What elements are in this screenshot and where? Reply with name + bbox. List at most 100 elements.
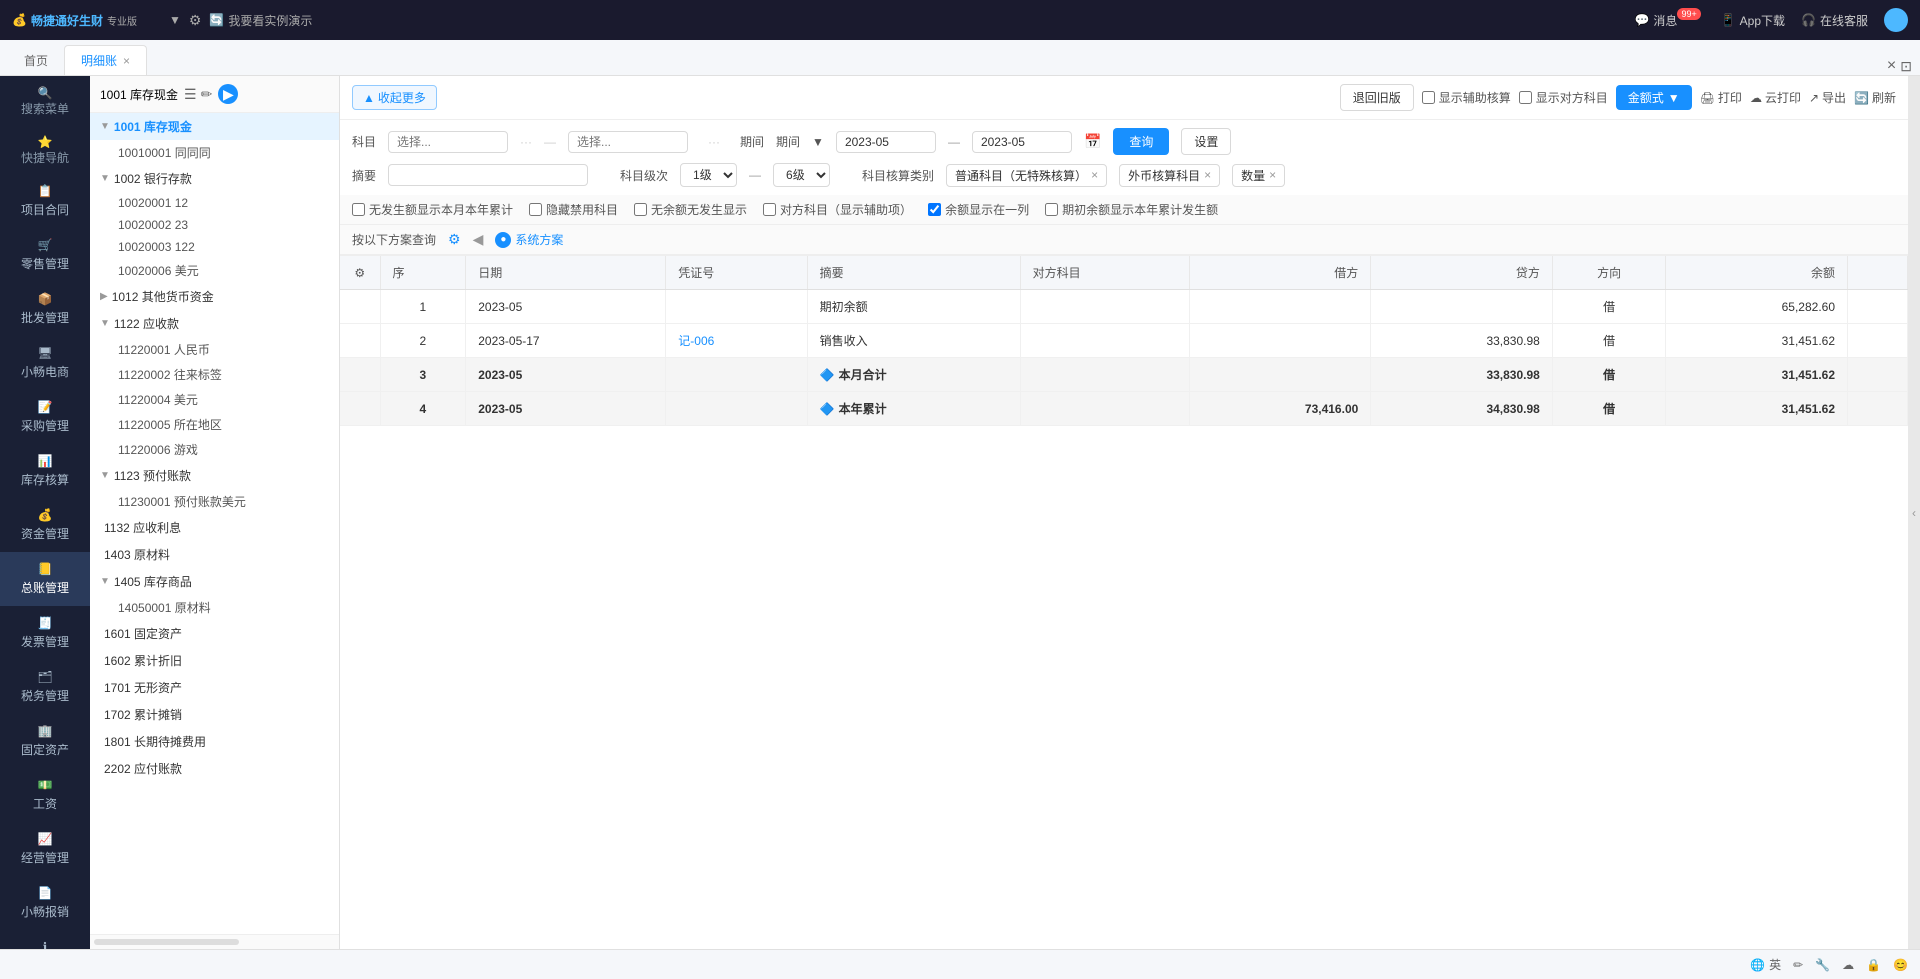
cb-opposite-account[interactable]: 对方科目（显示辅助项） xyxy=(763,201,912,218)
status-lock-btn[interactable]: 🔒 xyxy=(1866,958,1881,972)
sidebar-search[interactable]: 🔍 搜索菜单 xyxy=(0,76,90,127)
cb-period-balance[interactable]: 期初余额显示本年累计发生额 xyxy=(1045,201,1218,218)
right-collapse-panel[interactable]: ‹ xyxy=(1908,76,1920,949)
sidebar-item-project[interactable]: 📋 项目合同 xyxy=(0,174,90,228)
sidebar-item-retail[interactable]: 🛒 零售管理 xyxy=(0,228,90,282)
sidebar-item-basic-info[interactable]: ℹ 基础信息 xyxy=(0,930,90,949)
account-group-header-1702[interactable]: 1702 累计摊销 xyxy=(90,701,339,728)
account-group-1702[interactable]: 1702 累计摊销 xyxy=(90,701,339,728)
tag-foreign-currency[interactable]: 外币核算科目 × xyxy=(1119,164,1220,187)
account-group-1801[interactable]: 1801 长期待摊费用 xyxy=(90,728,339,755)
sidebar-item-inventory[interactable]: 📊 库存核算 xyxy=(0,444,90,498)
cb-opposite-input[interactable] xyxy=(763,203,776,216)
account-child-11220002[interactable]: 11220002 往来标签 xyxy=(90,362,339,387)
export-btn[interactable]: ↗ 导出 xyxy=(1809,89,1846,106)
subject-level-end-select[interactable]: 6级 5级 xyxy=(773,163,830,187)
account-group-1701[interactable]: 1701 无形资产 xyxy=(90,674,339,701)
app-download-btn[interactable]: 📱 App下载 xyxy=(1721,12,1785,29)
sidebar-item-tax[interactable]: 🗂 税务管理 xyxy=(0,660,90,714)
account-tree-pen-icon[interactable]: ✏ xyxy=(201,86,213,103)
tag-foreign-close[interactable]: × xyxy=(1204,168,1211,182)
account-group-header-1405[interactable]: ▼ 1405 库存商品 xyxy=(90,568,339,595)
account-group-header-1403[interactable]: 1403 原材料 xyxy=(90,541,339,568)
user-avatar[interactable] xyxy=(1884,8,1908,32)
voucher-link-2[interactable]: 记-006 xyxy=(678,334,714,348)
period-end-input[interactable] xyxy=(972,131,1072,153)
query-btn[interactable]: 查询 xyxy=(1113,128,1169,155)
account-group-header-1012[interactable]: ▶ 1012 其他货币资金 xyxy=(90,283,339,310)
query-settings-icon[interactable]: ⚙ xyxy=(448,231,461,248)
account-group-header-1122[interactable]: ▼ 1122 应收款 xyxy=(90,310,339,337)
summary-input[interactable] xyxy=(388,164,588,186)
account-child-11230001[interactable]: 11230001 预付账款美元 xyxy=(90,489,339,514)
tab-close-icon[interactable]: × xyxy=(123,54,130,68)
sidebar-item-wholesale[interactable]: 📦 批发管理 xyxy=(0,282,90,336)
tag-normal-subject[interactable]: 普通科目（无特殊核算） × xyxy=(946,164,1107,187)
account-child-11220005[interactable]: 11220005 所在地区 xyxy=(90,412,339,437)
account-group-1123[interactable]: ▼ 1123 预付账款 11230001 预付账款美元 xyxy=(90,462,339,514)
account-group-1002[interactable]: ▼ 1002 银行存款 10020001 12 10020002 23 1002… xyxy=(90,165,339,283)
account-group-header-1002[interactable]: ▼ 1002 银行存款 xyxy=(90,165,339,192)
sidebar-item-purchase[interactable]: 📝 采购管理 xyxy=(0,390,90,444)
show-auxiliary-checkbox[interactable]: 显示辅助核算 xyxy=(1422,89,1511,106)
status-face-btn[interactable]: 😊 xyxy=(1893,958,1908,972)
sidebar-item-sales-report[interactable]: 📄 小畅报销 xyxy=(0,876,90,930)
sidebar-item-ecommerce[interactable]: 🖥 小畅电商 xyxy=(0,336,90,390)
account-group-1601[interactable]: 1601 固定资产 xyxy=(90,620,339,647)
account-child-10020001[interactable]: 10020001 12 xyxy=(90,192,339,214)
account-group-1602[interactable]: 1602 累计折旧 xyxy=(90,647,339,674)
show-opposite-input[interactable] xyxy=(1519,91,1532,104)
account-group-1122[interactable]: ▼ 1122 应收款 11220001 人民币 11220002 往来标签 11… xyxy=(90,310,339,462)
cb-no-balance2-input[interactable] xyxy=(634,203,647,216)
demo-link[interactable]: 🔄 我要看实例演示 xyxy=(209,12,312,29)
setting-btn[interactable]: 设置 xyxy=(1181,128,1231,155)
account-child-10020002[interactable]: 10020002 23 xyxy=(90,214,339,236)
query-left-arrow[interactable]: ◀ xyxy=(473,231,484,248)
account-child-10020003[interactable]: 10020003 122 xyxy=(90,236,339,258)
cb-hide-disabled[interactable]: 隐藏禁用科目 xyxy=(529,201,618,218)
sidebar-quick-nav[interactable]: ⭐ 快捷导航 xyxy=(0,127,90,174)
close-window-btn[interactable]: × xyxy=(1887,57,1896,75)
online-service-btn[interactable]: 🎧 在线客服 xyxy=(1801,12,1868,29)
sidebar-item-fixed-assets[interactable]: 🏢 固定资产 xyxy=(0,714,90,768)
company-dropdown[interactable]: ▼ xyxy=(169,13,181,27)
show-auxiliary-input[interactable] xyxy=(1422,91,1435,104)
restore-window-btn[interactable]: ⊡ xyxy=(1900,58,1912,75)
th-settings[interactable]: ⚙ xyxy=(340,256,380,290)
account-group-2202[interactable]: 2202 应付账款 xyxy=(90,755,339,782)
tag-quantity[interactable]: 数量 × xyxy=(1232,164,1285,187)
status-lang-btn[interactable]: 🌐 英 xyxy=(1750,956,1781,973)
account-tree-list-icon[interactable]: ☰ xyxy=(184,86,197,103)
account-group-header-1602[interactable]: 1602 累计折旧 xyxy=(90,647,339,674)
account-tree-hscroll[interactable] xyxy=(90,934,339,949)
refresh-btn[interactable]: 🔄 刷新 xyxy=(1854,89,1896,106)
account-child-11220001[interactable]: 11220001 人民币 xyxy=(90,337,339,362)
account-group-header-1123[interactable]: ▼ 1123 预付账款 xyxy=(90,462,339,489)
account-group-1012[interactable]: ▶ 1012 其他货币资金 xyxy=(90,283,339,310)
tab-home[interactable]: 首页 xyxy=(8,45,64,75)
account-child-11220006[interactable]: 11220006 游戏 xyxy=(90,437,339,462)
period-type-arrow[interactable]: ▼ xyxy=(812,135,824,149)
account-group-header-1132[interactable]: 1132 应收利息 xyxy=(90,514,339,541)
status-tool1-btn[interactable]: ✏ xyxy=(1793,958,1803,972)
account-group-1403[interactable]: 1403 原材料 xyxy=(90,541,339,568)
account-group-1001[interactable]: ▼ 1001 库存现金 10010001 同同同 xyxy=(90,113,339,165)
status-cloud-btn[interactable]: ☁ xyxy=(1842,958,1854,972)
sidebar-item-operations[interactable]: 📈 经营管理 xyxy=(0,822,90,876)
notification-btn[interactable]: 💬 消息 99+ xyxy=(1634,12,1704,29)
account-tree-nav-btn[interactable]: ▶ xyxy=(218,84,238,104)
period-start-input[interactable] xyxy=(836,131,936,153)
cb-hide-disabled-input[interactable] xyxy=(529,203,542,216)
tag-quantity-close[interactable]: × xyxy=(1269,168,1276,182)
cb-no-balance-input[interactable] xyxy=(352,203,365,216)
account-group-header-2202[interactable]: 2202 应付账款 xyxy=(90,755,339,782)
account-child-10010001[interactable]: 10010001 同同同 xyxy=(90,140,339,165)
account-group-header-1601[interactable]: 1601 固定资产 xyxy=(90,620,339,647)
cb-balance-one-col[interactable]: 余额显示在一列 xyxy=(928,201,1029,218)
back-to-old-btn[interactable]: 退回旧版 xyxy=(1340,84,1414,111)
status-tool2-btn[interactable]: 🔧 xyxy=(1815,958,1830,972)
tag-normal-close[interactable]: × xyxy=(1091,168,1098,182)
subject-level-start-select[interactable]: 1级 2级 3级 xyxy=(680,163,737,187)
account-group-1132[interactable]: 1132 应收利息 xyxy=(90,514,339,541)
account-group-header-1001[interactable]: ▼ 1001 库存现金 xyxy=(90,113,339,140)
